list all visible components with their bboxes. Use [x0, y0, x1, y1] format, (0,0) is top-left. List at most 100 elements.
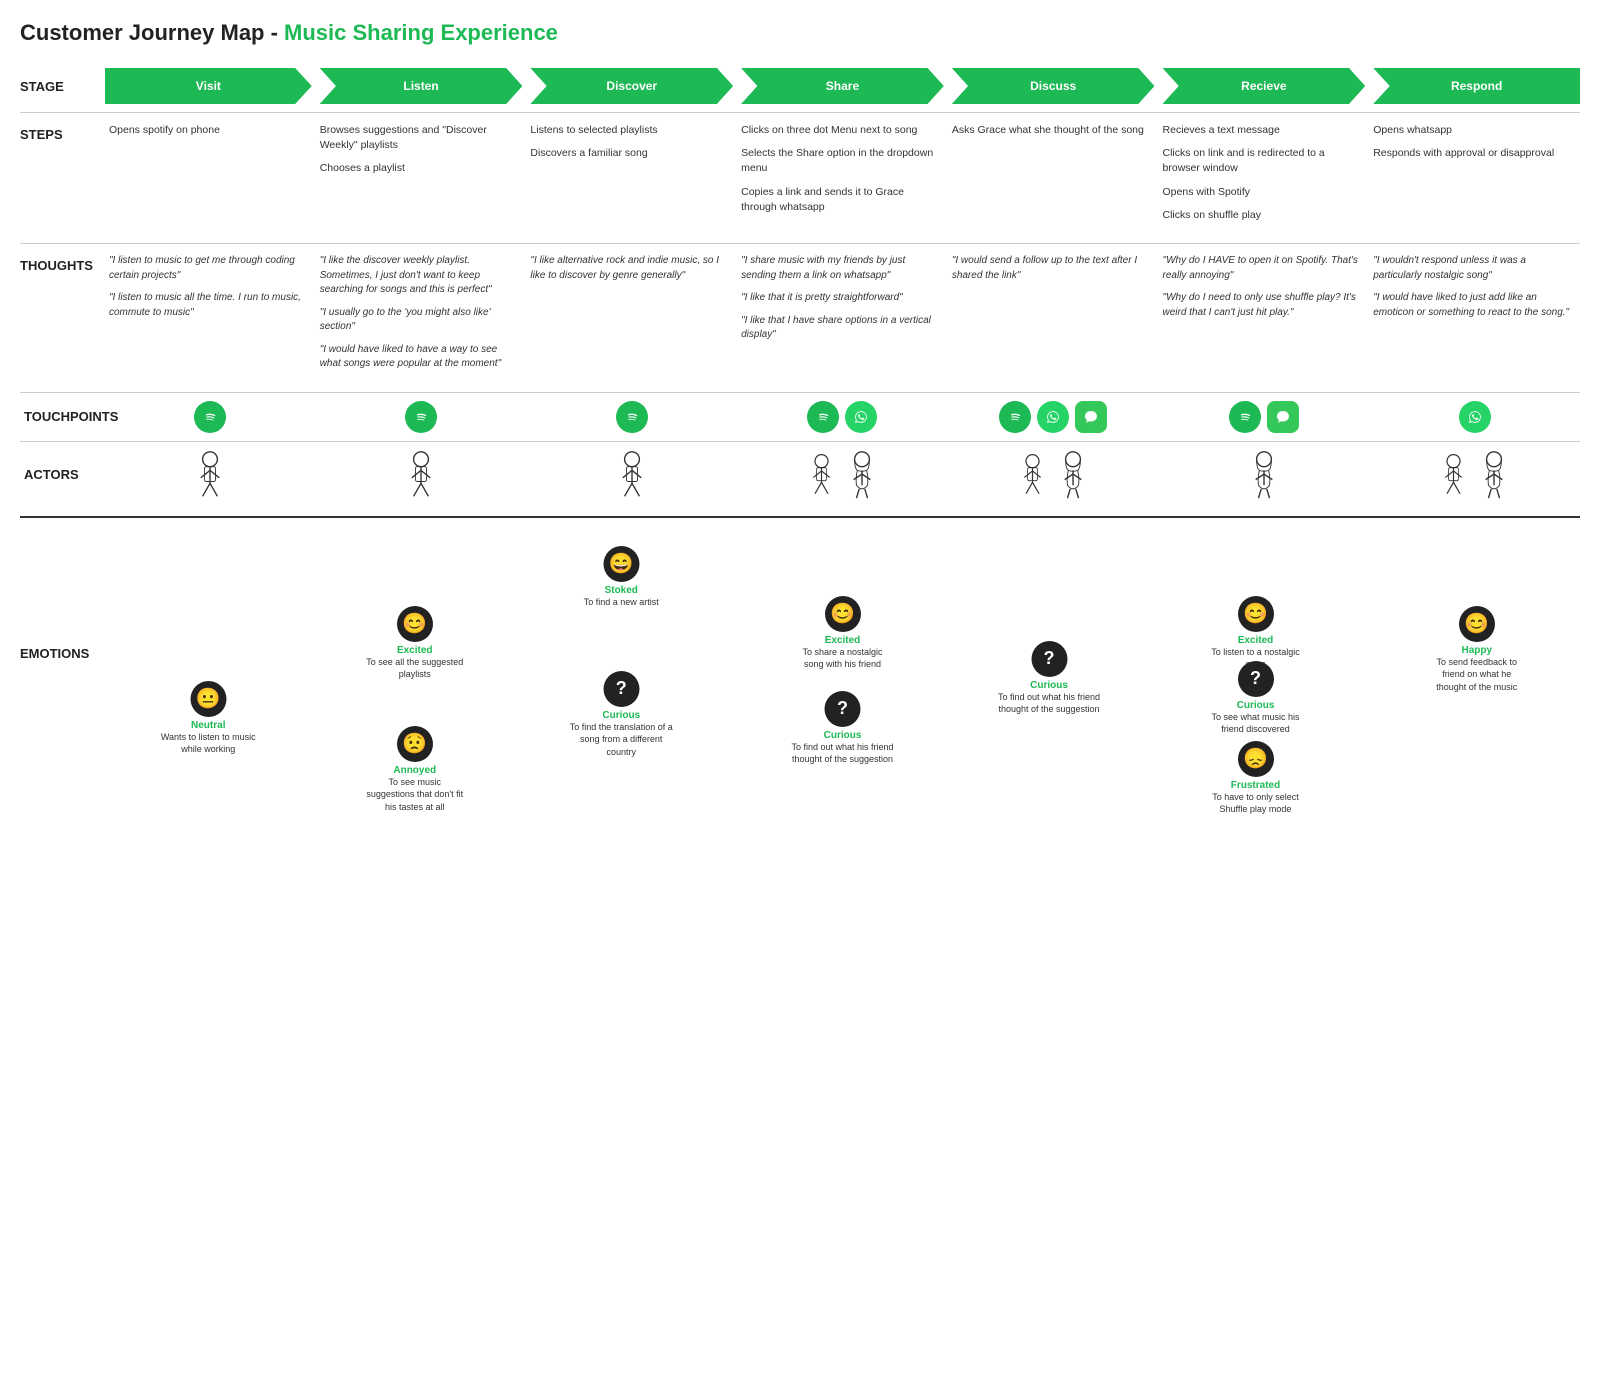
steps-visit: Opens spotify on phone: [105, 113, 316, 244]
stage-arrow-recieve: Recieve: [1163, 68, 1366, 104]
emotion-label-neutral: Neutral: [191, 720, 225, 731]
person-figure: [612, 450, 652, 500]
person-figure-female: [843, 450, 881, 500]
stage-arrow-discuss: Discuss: [952, 68, 1155, 104]
sad-face: 😟: [397, 726, 433, 762]
emotion-stoked: 😄 Stoked To find a new artist: [584, 546, 659, 609]
emotion-excited-listen: 😊 Excited To see all the suggested playl…: [365, 606, 465, 681]
emotions-label: EMOTIONS: [20, 526, 105, 826]
touchpoints-share: [741, 401, 944, 433]
emotion-label-excited-listen: Excited: [397, 645, 433, 656]
actors-recieve: [1163, 450, 1366, 500]
happy-face-3: 😊: [1238, 596, 1274, 632]
actors-listen: [320, 450, 523, 500]
emotion-desc-excited-share: To share a nostalgic song with his frien…: [793, 646, 893, 671]
thought-item: "I like that it is pretty straightforwar…: [741, 291, 940, 306]
step-item: Clicks on shuffle play: [1163, 208, 1362, 223]
frustrated-face: 😞: [1238, 741, 1274, 777]
spotify-icon: [194, 401, 226, 433]
steps-discover: Listens to selected playlists Discovers …: [526, 113, 737, 244]
emotion-label-curious-recieve: Curious: [1237, 700, 1275, 711]
person-figure-female: [1475, 450, 1513, 500]
thoughts-discuss: "I would send a follow up to the text af…: [948, 244, 1159, 393]
question-face-4: ?: [1238, 661, 1274, 697]
spotify-icon: [1229, 401, 1261, 433]
stage-cell-listen: Listen: [316, 66, 527, 113]
steps-discuss: Asks Grace what she thought of the song: [948, 113, 1159, 244]
emotion-curious-discuss: ? Curious To find out what his friend th…: [997, 641, 1102, 716]
step-item: Selects the Share option in the dropdown…: [741, 146, 940, 176]
step-item: Discovers a familiar song: [530, 146, 729, 161]
stage-arrow-visit: Visit: [105, 68, 312, 104]
journey-map-table: STAGE Visit Listen Discover Share Discus…: [20, 66, 1580, 508]
spotify-icon: [616, 401, 648, 433]
emotion-label-frustrated: Frustrated: [1231, 780, 1280, 791]
whatsapp-icon: [1037, 401, 1069, 433]
stage-cell-discover: Discover: [526, 66, 737, 113]
stage-arrow-share: Share: [741, 68, 944, 104]
thoughts-discover: "I like alternative rock and indie music…: [526, 244, 737, 393]
stage-arrow-listen: Listen: [320, 68, 523, 104]
emotions-section: EMOTIONS 😐 Neutral Wants to listen to mu…: [20, 516, 1580, 826]
steps-label: STEPS: [20, 113, 105, 244]
stage-arrow-respond: Respond: [1373, 68, 1580, 104]
step-item: Copies a link and sends it to Grace thro…: [741, 185, 940, 215]
step-item: Responds with approval or disapproval: [1373, 146, 1572, 161]
excited-face: 😄: [603, 546, 639, 582]
spotify-icon: [999, 401, 1031, 433]
emotion-label-excited-recieve: Excited: [1238, 635, 1274, 646]
emotion-label-curious-discuss: Curious: [1030, 680, 1068, 691]
emotion-curious-share: ? Curious To find out what his friend th…: [790, 691, 895, 766]
emotion-label-stoked: Stoked: [605, 585, 638, 596]
thought-item: "I like the discover weekly playlist. So…: [320, 254, 519, 298]
emotion-neutral: 😐 Neutral Wants to listen to music while…: [161, 681, 256, 756]
happy-face-4: 😊: [1459, 606, 1495, 642]
emotion-excited-recieve: 😊 Excited To listen to a nostalgic song: [1206, 596, 1306, 671]
thought-item: "I usually go to the 'you might also lik…: [320, 306, 519, 335]
person-figure-female: [1245, 450, 1283, 500]
step-item: Listens to selected playlists: [530, 123, 729, 138]
emotion-desc-annoyed: To see music suggestions that don't fit …: [365, 776, 465, 814]
title-highlight: Music Sharing Experience: [284, 20, 558, 45]
steps-listen: Browses suggestions and "Discover Weekly…: [316, 113, 527, 244]
step-item: Clicks on link and is redirected to a br…: [1163, 146, 1362, 176]
emotion-connector-line: [105, 526, 1580, 826]
thought-item: "I like alternative rock and indie music…: [530, 254, 729, 283]
touchpoints-discover: [530, 401, 733, 433]
emotion-desc-curious-discover: To find the translation of a song from a…: [569, 721, 674, 759]
thought-item: "I listen to music all the time. I run t…: [109, 291, 308, 320]
spotify-icon: [405, 401, 437, 433]
emotion-happy-respond: 😊 Happy To send feedback to friend on wh…: [1427, 606, 1527, 694]
thoughts-label: THOUGHTS: [20, 244, 105, 393]
touchpoints-respond: [1373, 401, 1576, 433]
person-figure: [1015, 453, 1050, 497]
stage-cell-share: Share: [737, 66, 948, 113]
page-title: Customer Journey Map - Music Sharing Exp…: [20, 20, 1580, 46]
thoughts-share: "I share music with my friends by just s…: [737, 244, 948, 393]
actors-visit: [109, 450, 312, 500]
step-item: Asks Grace what she thought of the song: [952, 123, 1151, 138]
emotion-desc-happy: To send feedback to friend on what he th…: [1427, 656, 1527, 694]
emotion-desc-curious-recieve: To see what music his friend discovered: [1206, 711, 1306, 736]
thought-item: "Why do I need to only use shuffle play?…: [1163, 291, 1362, 320]
step-item: Clicks on three dot Menu next to song: [741, 123, 940, 138]
imessage-icon: [1267, 401, 1299, 433]
emotion-desc-frustrated: To have to only select Shuffle play mode: [1206, 791, 1306, 816]
actors-discuss: [952, 450, 1155, 500]
actors-respond: [1373, 450, 1576, 500]
steps-respond: Opens whatsapp Responds with approval or…: [1369, 113, 1580, 244]
title-prefix: Customer Journey Map -: [20, 20, 284, 45]
emotion-excited-share: 😊 Excited To share a nostalgic song with…: [793, 596, 893, 671]
emotion-desc-stoked: To find a new artist: [584, 596, 659, 609]
step-item: Browses suggestions and "Discover Weekly…: [320, 123, 519, 153]
stage-cell-visit: Visit: [105, 66, 316, 113]
emotion-curious-recieve: ? Curious To see what music his friend d…: [1206, 661, 1306, 736]
thought-item: "I would send a follow up to the text af…: [952, 254, 1151, 283]
emotion-desc-excited-listen: To see all the suggested playlists: [365, 656, 465, 681]
thoughts-listen: "I like the discover weekly playlist. So…: [316, 244, 527, 393]
step-item: Opens spotify on phone: [109, 123, 308, 138]
emotion-label-happy: Happy: [1461, 645, 1492, 656]
whatsapp-icon: [1459, 401, 1491, 433]
touchpoints-listen: [320, 401, 523, 433]
steps-recieve: Recieves a text message Clicks on link a…: [1159, 113, 1370, 244]
